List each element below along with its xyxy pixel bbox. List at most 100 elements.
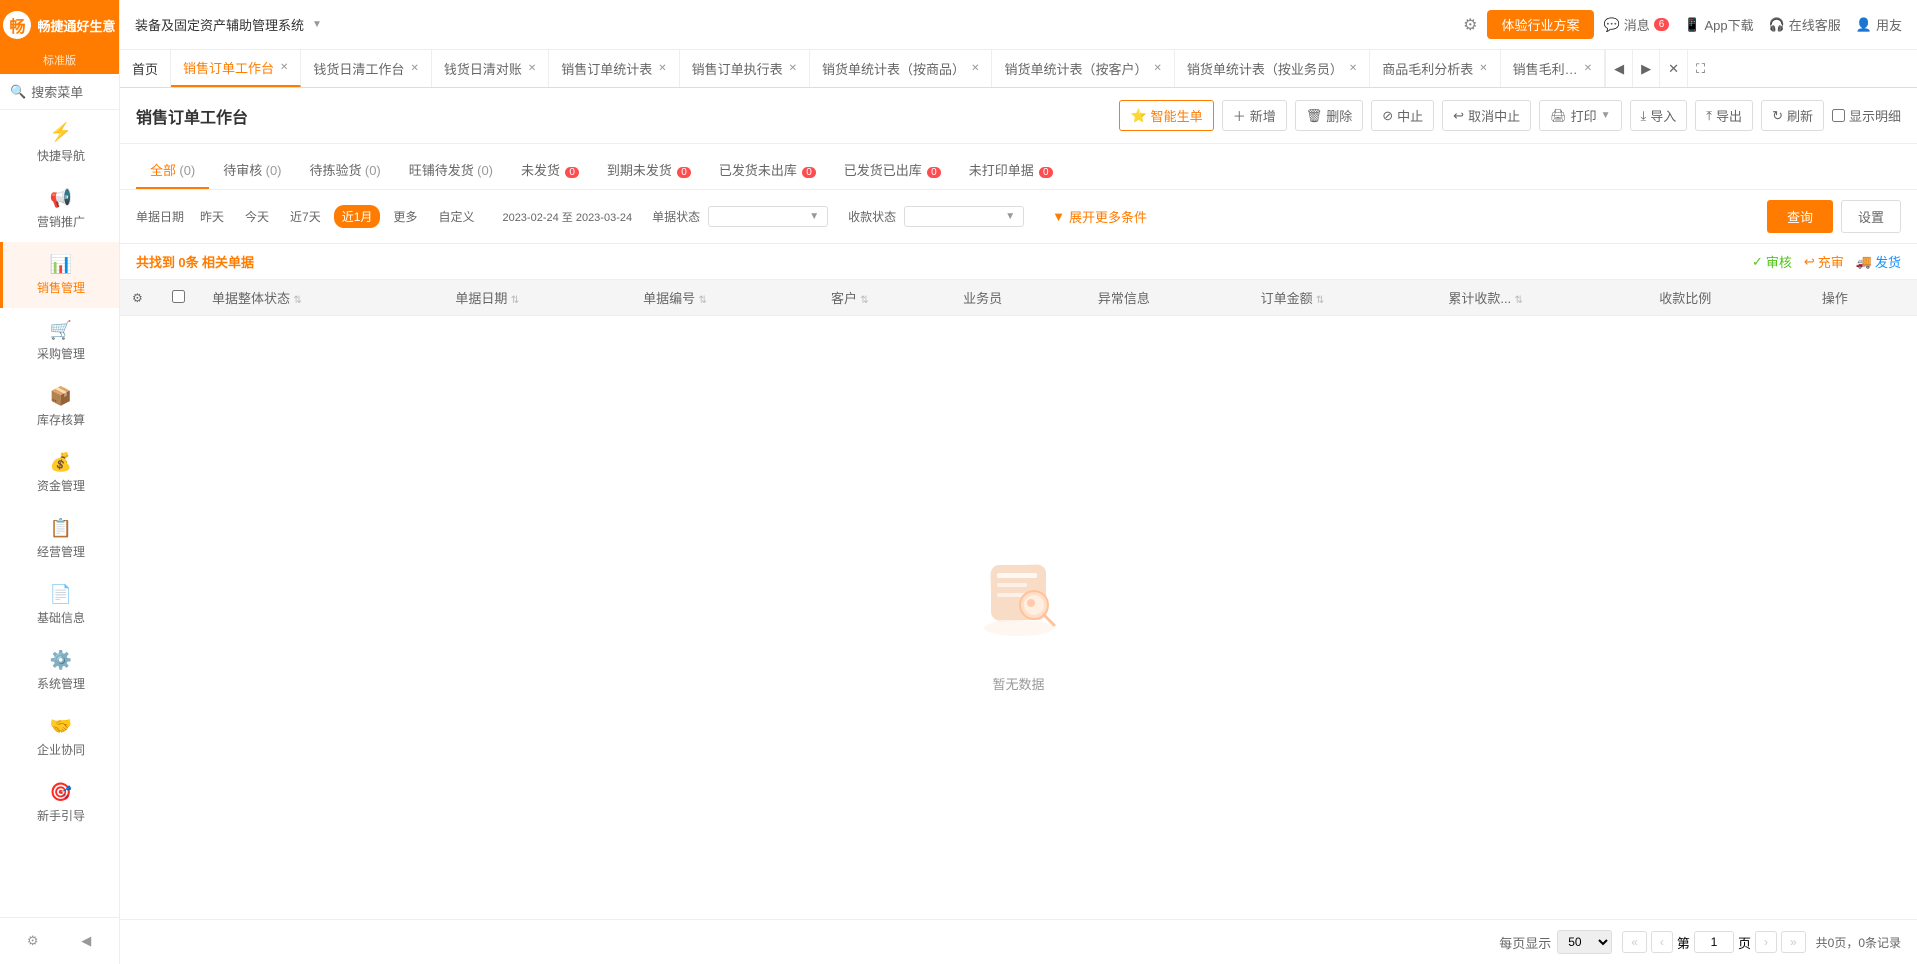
tab-daily-clear-close[interactable]: ✕ — [410, 63, 418, 74]
page-next-btn[interactable]: › — [1755, 931, 1777, 953]
payment-select[interactable]: ▼ — [904, 206, 1024, 227]
app-download-btn[interactable]: 📱 App下载 — [1684, 15, 1753, 34]
col-customer[interactable]: 客户 ⇅ — [819, 280, 951, 316]
export-button[interactable]: ⤒ 导出 — [1695, 100, 1753, 131]
status-select[interactable]: ▼ — [708, 206, 828, 227]
col-collected[interactable]: 累计收款... ⇅ — [1436, 280, 1647, 316]
page-total: 共0页，0条记录 — [1816, 934, 1901, 951]
col-checkbox[interactable] — [160, 280, 200, 316]
sidebar-item-finance[interactable]: 💰 资金管理 — [0, 440, 119, 506]
system-title-dropdown-icon[interactable]: ▼ — [312, 19, 322, 30]
select-all-checkbox[interactable] — [172, 290, 185, 303]
page-prev-btn[interactable]: ‹ — [1651, 931, 1673, 953]
query-button[interactable]: 查询 — [1767, 200, 1833, 233]
online-support-btn[interactable]: 🎧 在线客服 — [1769, 15, 1841, 34]
batch-approve-btn[interactable]: ✓ 审核 — [1752, 252, 1792, 271]
tab-reconcile[interactable]: 钱货日清对账 ✕ — [432, 50, 549, 87]
tab-order-stats-close[interactable]: ✕ — [658, 63, 666, 74]
tab-order-exec[interactable]: 销售订单执行表 ✕ — [680, 50, 810, 87]
tab-sales-order-workbench-close[interactable]: ✕ — [280, 62, 288, 73]
filter-tab-all[interactable]: 全部 (0) — [136, 152, 209, 189]
batch-ship-btn[interactable]: 🚚 发货 — [1856, 252, 1901, 271]
filter-tab-not-shipped[interactable]: 未发货 0 — [507, 152, 593, 189]
sidebar-item-purchase[interactable]: 🛒 采购管理 — [0, 308, 119, 374]
col-amount[interactable]: 订单金额 ⇅ — [1249, 280, 1437, 316]
stop-label: 中止 — [1397, 106, 1423, 125]
date-btn-custom[interactable]: 自定义 — [430, 205, 482, 228]
col-date[interactable]: 单据日期 ⇅ — [443, 280, 631, 316]
show-detail-checkbox[interactable]: 显示明细 — [1832, 106, 1901, 125]
header-settings-icon[interactable]: ⚙ — [1463, 15, 1477, 35]
tab-goods-stats-product[interactable]: 销货单统计表（按商品） ✕ — [810, 50, 992, 87]
page-size-dropdown[interactable]: 20 50 100 — [1557, 930, 1612, 954]
tab-home[interactable]: 首页 — [120, 50, 171, 87]
show-detail-input[interactable] — [1832, 109, 1845, 122]
batch-revoke-btn[interactable]: ↩ 充审 — [1804, 252, 1844, 271]
smart-generate-button[interactable]: ⭐ 智能生单 — [1119, 100, 1213, 131]
col-salesperson[interactable]: 业务员 — [951, 280, 1086, 316]
sidebar-item-operations[interactable]: 📋 经营管理 — [0, 506, 119, 572]
tab-sales-order-workbench[interactable]: 销售订单工作台 ✕ — [171, 50, 301, 87]
sidebar-item-quicknav[interactable]: ⚡ 快捷导航 — [0, 110, 119, 176]
filter-tab-pending-review[interactable]: 待审核 (0) — [209, 152, 295, 189]
tab-order-exec-close[interactable]: ✕ — [789, 63, 797, 74]
sidebar-item-basicinfo[interactable]: 📄 基础信息 — [0, 572, 119, 638]
add-button[interactable]: ＋ 新增 — [1222, 100, 1287, 131]
sidebar-item-sales[interactable]: 📊 销售管理 — [0, 242, 119, 308]
delete-button[interactable]: 🗑 删除 — [1295, 100, 1364, 131]
filter-tab-not-printed[interactable]: 未打印单据 0 — [955, 152, 1067, 189]
col-status[interactable]: 单据整体状态 ⇅ — [200, 280, 443, 316]
date-btn-yesterday[interactable]: 昨天 — [192, 205, 232, 228]
import-button[interactable]: ⤓ 导入 — [1630, 100, 1688, 131]
message-btn[interactable]: 💬 消息 6 — [1604, 15, 1670, 34]
settings-button[interactable]: 设置 — [1841, 200, 1901, 233]
cancel-stop-button[interactable]: ↩ 取消中止 — [1442, 100, 1531, 131]
sidebar-item-guide[interactable]: 🎯 新手引导 — [0, 770, 119, 836]
filter-tab-shipped-out[interactable]: 已发货已出库 0 — [830, 152, 955, 189]
stop-button[interactable]: ⊘ 中止 — [1371, 100, 1434, 131]
refresh-button[interactable]: ↻ 刷新 — [1761, 100, 1824, 131]
sidebar-item-marketing[interactable]: 📢 营销推广 — [0, 176, 119, 242]
user-menu-btn[interactable]: 👤 用友 — [1856, 15, 1902, 34]
page-last-btn[interactable]: » — [1781, 931, 1806, 953]
sidebar-item-inventory[interactable]: 📦 库存核算 — [0, 374, 119, 440]
sidebar-item-search[interactable]: 🔍 搜索菜单 — [0, 74, 119, 110]
tab-daily-clear[interactable]: 钱货日清工作台 ✕ — [301, 50, 431, 87]
tab-margin-analysis-close[interactable]: ✕ — [1479, 63, 1487, 74]
col-settings[interactable]: ⚙ — [120, 280, 160, 316]
filter-tab-shipped-not-out[interactable]: 已发货未出库 0 — [705, 152, 830, 189]
tab-goods-stats-customer-close[interactable]: ✕ — [1153, 63, 1161, 74]
tab-next-btn[interactable]: ▶ — [1632, 50, 1659, 87]
tab-order-stats[interactable]: 销售订单统计表 ✕ — [549, 50, 679, 87]
filter-tab-pending-inspect[interactable]: 待拣验货 (0) — [296, 152, 395, 189]
industry-solution-button[interactable]: 体验行业方案 — [1487, 10, 1593, 39]
date-btn-1month[interactable]: 近1月 — [334, 205, 381, 228]
date-btn-more[interactable]: 更多 — [385, 205, 425, 228]
page-number-input[interactable] — [1694, 931, 1734, 953]
tab-sales-margin-close[interactable]: ✕ — [1584, 63, 1592, 74]
expand-label: 展开更多条件 — [1069, 207, 1147, 226]
tab-goods-stats-salesperson[interactable]: 销货单统计表（按业务员） ✕ — [1175, 50, 1370, 87]
col-number[interactable]: 单据编号 ⇅ — [631, 280, 819, 316]
tab-reconcile-close[interactable]: ✕ — [528, 63, 536, 74]
sidebar-collapse-btn[interactable]: ◀ — [64, 928, 110, 954]
print-button[interactable]: 🖨 打印 ▼ — [1539, 100, 1621, 131]
tab-goods-stats-product-close[interactable]: ✕ — [971, 63, 979, 74]
page-first-btn[interactable]: « — [1622, 931, 1647, 953]
tab-fullscreen-btn[interactable]: ⛶ — [1687, 50, 1713, 87]
tab-goods-stats-salesperson-close[interactable]: ✕ — [1349, 63, 1357, 74]
date-btn-7days[interactable]: 近7天 — [282, 205, 329, 228]
tab-prev-btn[interactable]: ◀ — [1605, 50, 1632, 87]
sidebar-item-collab[interactable]: 🤝 企业协同 — [0, 704, 119, 770]
date-btn-today[interactable]: 今天 — [237, 205, 277, 228]
sidebar-settings-btn[interactable]: ⚙ — [10, 928, 56, 954]
tab-sales-margin[interactable]: 销售毛利… ✕ — [1501, 50, 1605, 87]
filter-tab-shop-pending-ship[interactable]: 旺铺待发货 (0) — [395, 152, 507, 189]
tab-close-all-btn[interactable]: ✕ — [1659, 50, 1687, 87]
tab-margin-analysis[interactable]: 商品毛利分析表 ✕ — [1370, 50, 1500, 87]
headset-icon: 🎧 — [1769, 17, 1785, 33]
tab-goods-stats-customer[interactable]: 销货单统计表（按客户） ✕ — [992, 50, 1174, 87]
filter-tab-overdue-not-shipped[interactable]: 到期未发货 0 — [593, 152, 705, 189]
expand-more-btn[interactable]: ▼ 展开更多条件 — [1044, 203, 1155, 230]
sidebar-item-system[interactable]: ⚙️ 系统管理 — [0, 638, 119, 704]
